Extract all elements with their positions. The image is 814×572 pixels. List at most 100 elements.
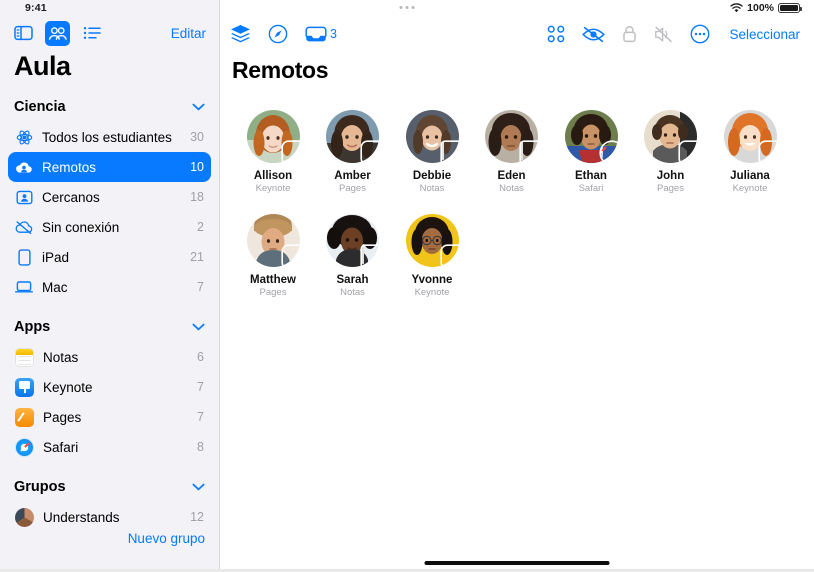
student-name: John — [656, 170, 685, 182]
sidebar-item-understands[interactable]: Understands 12 — [8, 502, 211, 532]
student-name: Allison — [253, 170, 293, 182]
student-card[interactable]: Eden Notas — [473, 110, 551, 194]
main-panel: 3 Seleccionar Remotos Allison Keynote Am… — [220, 0, 814, 572]
inbox-tray-icon — [305, 26, 327, 43]
laptop-icon — [15, 278, 33, 296]
sidebar-item-mac[interactable]: Mac 7 — [8, 272, 211, 302]
sidebar-item-label: Pages — [43, 409, 82, 425]
student-app: Keynote — [255, 183, 291, 194]
main-toolbar-left: 3 — [230, 24, 337, 44]
app-badge-pages — [283, 246, 305, 268]
student-card[interactable]: Debbie Notas — [393, 110, 471, 194]
student-card[interactable]: Sarah Notas — [314, 214, 392, 298]
student-card[interactable]: Juliana Keynote — [711, 110, 789, 194]
keynote-app-icon — [15, 377, 34, 397]
sidebar-item-count: 8 — [197, 440, 204, 454]
page-title: Remotos — [232, 57, 329, 83]
app-badge-pages — [680, 142, 702, 164]
avatar-wrap — [644, 110, 697, 163]
sidebar-item-cercanos[interactable]: Cercanos 18 — [8, 182, 211, 212]
page-title-aula: Aula — [14, 51, 71, 81]
avatar-wrap — [485, 110, 538, 163]
chevron-down-icon[interactable] — [192, 478, 205, 496]
avatar-wrap — [564, 110, 618, 163]
student-card[interactable]: Matthew Pages — [234, 214, 312, 298]
hide-screen-eye-slash-icon[interactable] — [582, 26, 606, 43]
edit-button[interactable]: Editar — [171, 26, 208, 41]
sidebar-item-count: 2 — [197, 220, 204, 234]
section-title: Apps — [14, 319, 51, 335]
student-card[interactable]: Amber Pages — [314, 110, 392, 194]
sidebar-item-count: 12 — [190, 510, 204, 524]
sidebar-item-remotos[interactable]: Remotos 10 — [8, 152, 211, 182]
chevron-down-icon[interactable] — [192, 98, 205, 116]
section-title: Ciencia — [14, 99, 66, 115]
student-name: Ethan — [575, 170, 607, 182]
navigate-compass-icon[interactable] — [268, 24, 288, 44]
student-app: Pages — [657, 183, 684, 194]
student-card[interactable]: Ethan Safari — [552, 110, 630, 194]
sidebar-item-label: Cercanos — [42, 189, 100, 205]
student-name: Amber — [334, 170, 371, 182]
student-app: Notas — [419, 183, 445, 194]
student-name: Juliana — [730, 170, 770, 182]
people-view-icon[interactable] — [45, 20, 70, 46]
sidebar-item-count: 6 — [197, 350, 204, 364]
cloud-slash-icon — [15, 218, 33, 236]
sidebar-item-safari[interactable]: Safari 8 — [8, 432, 211, 462]
student-app: Safari — [578, 183, 604, 194]
grid-apps-icon[interactable] — [547, 25, 565, 43]
student-name: Debbie — [412, 170, 452, 182]
sidebar-toolbar: Editar — [0, 17, 219, 49]
pages-app-icon — [15, 407, 34, 427]
chevron-down-icon[interactable] — [192, 318, 205, 336]
sidebar-item-notas[interactable]: Notas 6 — [8, 342, 211, 372]
sidebar-item-sin-conexion[interactable]: Sin conexión 2 — [8, 212, 211, 242]
section-header-ciencia[interactable]: Ciencia — [0, 92, 219, 122]
section-header-apps[interactable]: Apps — [0, 312, 219, 342]
student-name: Sarah — [336, 274, 369, 286]
student-card[interactable]: Allison Keynote — [234, 110, 312, 194]
student-card[interactable]: Yvonne Keynote — [393, 214, 471, 298]
sidebar-item-keynote[interactable]: Keynote 7 — [8, 372, 211, 402]
main-toolbar: 3 Seleccionar — [220, 17, 814, 51]
sidebar-item-label: Todos los estudiantes — [42, 129, 172, 145]
cloud-person-icon — [15, 158, 33, 176]
section-header-grupos[interactable]: Grupos — [0, 472, 219, 502]
list-view-icon[interactable] — [79, 21, 104, 46]
student-card[interactable]: John Pages — [632, 110, 710, 194]
select-button[interactable]: Seleccionar — [729, 27, 800, 42]
sidebar-item-ipad[interactable]: iPad 21 — [8, 242, 211, 272]
student-app: Keynote — [732, 183, 768, 194]
safari-app-icon — [15, 437, 34, 457]
sidebar-toggle-icon[interactable] — [11, 21, 36, 46]
app-badge-notes — [441, 142, 464, 164]
inbox-count: 3 — [330, 27, 337, 41]
lock-icon — [622, 25, 637, 43]
app-badge-keynote — [283, 142, 305, 164]
sidebar: Editar Aula Ciencia Todos los estudiante… — [0, 0, 220, 572]
sidebar-item-count: 7 — [197, 410, 204, 424]
sidebar-item-label: Understands — [43, 509, 120, 525]
new-group-button[interactable]: Nuevo grupo — [128, 531, 205, 546]
mute-speaker-slash-icon — [654, 26, 673, 43]
avatar-wrap — [723, 110, 777, 163]
student-name: Eden — [497, 170, 526, 182]
avatar-wrap — [246, 214, 300, 267]
app-badge-safari — [600, 142, 623, 164]
inbox-tray-button[interactable]: 3 — [305, 26, 337, 43]
student-app: Pages — [259, 287, 287, 298]
sidebar-item-todos-los-estudiantes[interactable]: Todos los estudiantes 30 — [8, 122, 211, 152]
section-title: Grupos — [14, 479, 66, 495]
app-badge-pages — [362, 142, 384, 164]
sidebar-item-count: 7 — [197, 380, 204, 394]
layers-icon[interactable] — [230, 24, 251, 44]
more-ellipsis-icon[interactable] — [690, 24, 710, 44]
sidebar-item-pages[interactable]: Pages 7 — [8, 402, 211, 432]
app-badge-keynote — [442, 246, 464, 268]
ipad-icon — [15, 248, 33, 266]
home-indicator[interactable] — [424, 560, 610, 565]
avatar-wrap — [246, 110, 300, 163]
sidebar-item-label: iPad — [42, 249, 70, 265]
sidebar-item-label: Remotos — [42, 159, 97, 175]
